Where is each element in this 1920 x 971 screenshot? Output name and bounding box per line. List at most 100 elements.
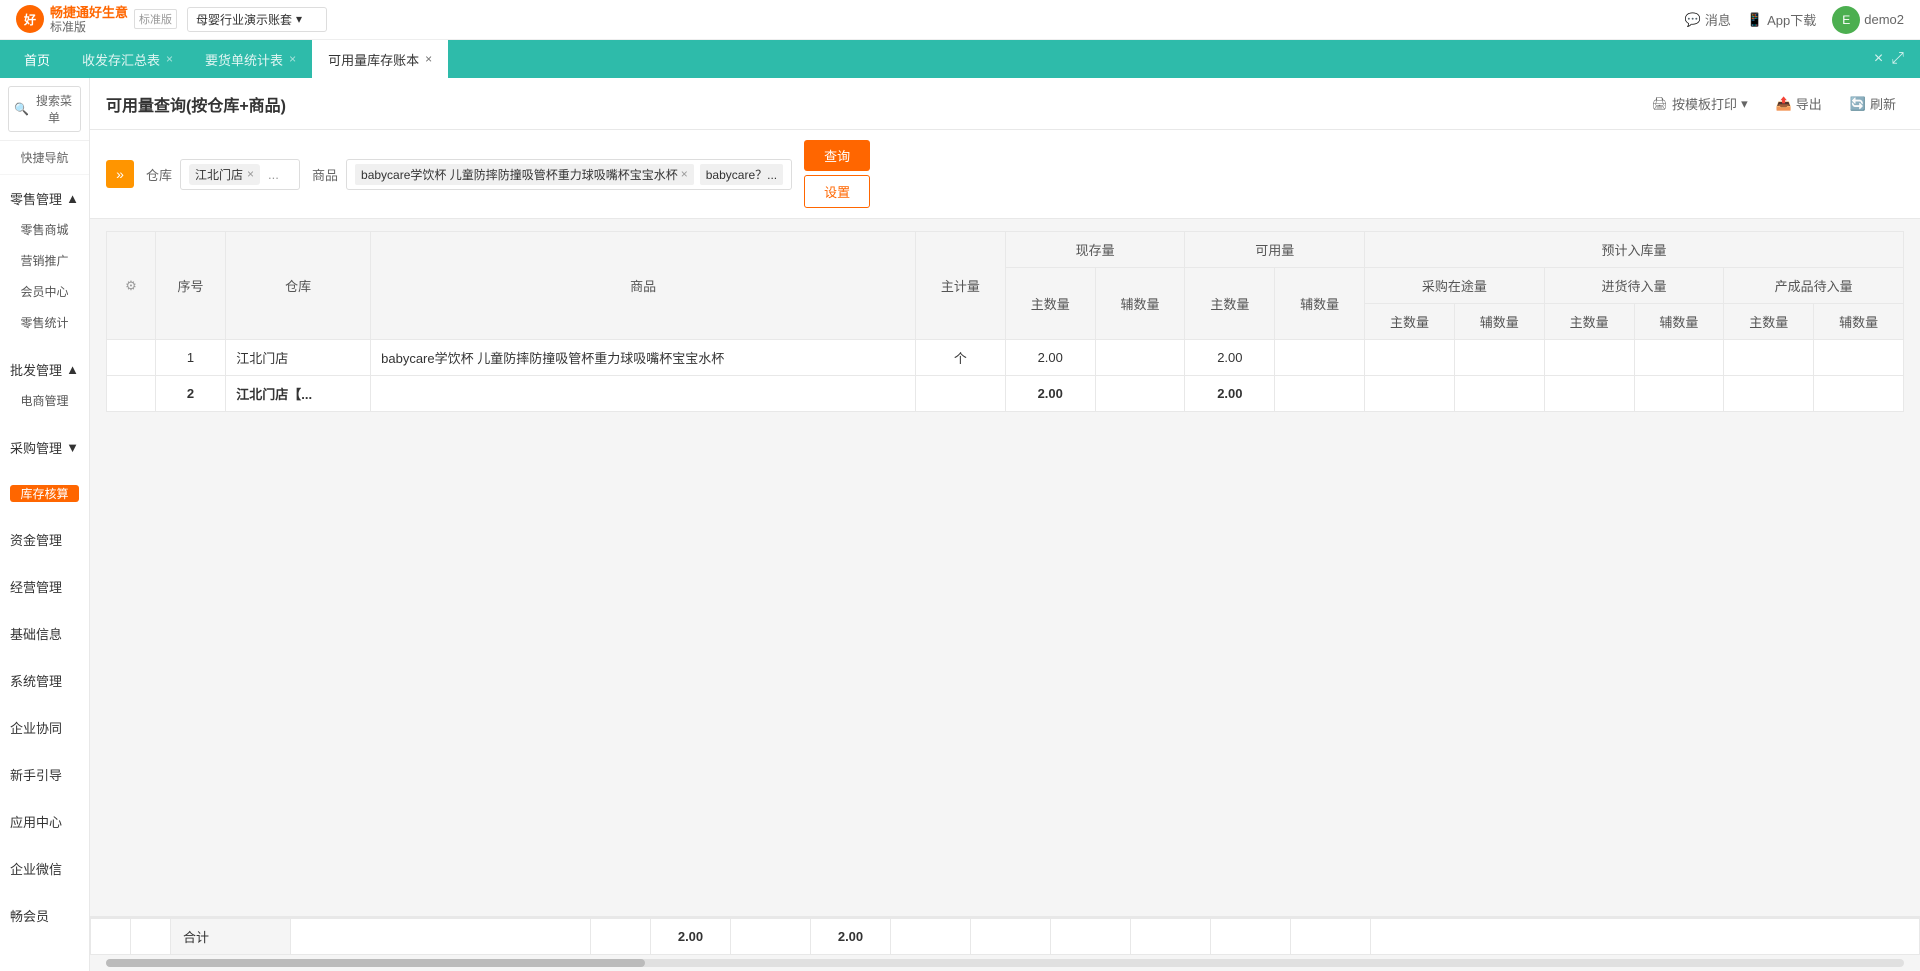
export-icon: 📤 — [1776, 96, 1792, 112]
chevron-up-icon: ▲ — [66, 362, 79, 377]
sidebar-section-member-title[interactable]: 畅会员 — [6, 900, 83, 931]
footer-settings-cell — [91, 919, 131, 955]
row1-production-main — [1724, 340, 1814, 376]
planned-instock-group-header: 预计入库量 — [1365, 232, 1904, 268]
inbound-pending-group-header: 进货待入量 — [1544, 268, 1724, 304]
page-actions: 🖨 按模板打印 ▾ 📤 导出 🔄 刷新 — [1644, 90, 1904, 117]
sidebar-section-retail: 零售管理 ▲ 零售商城 营销推广 会员中心 零售统计 — [0, 175, 89, 346]
sidebar-section-system-title[interactable]: 系统管理 — [6, 665, 83, 696]
tab-receive-summary[interactable]: 收发存汇总表 × — [66, 40, 189, 78]
chevron-down-icon: ▾ — [1741, 96, 1748, 112]
sidebar-section-appcenter-title[interactable]: 应用中心 — [6, 806, 83, 837]
table-settings-icon[interactable]: ⚙ — [125, 278, 137, 293]
row2-no: 2 — [155, 376, 225, 412]
sidebar-item-quicknav[interactable]: 快捷导航 — [0, 141, 89, 175]
tab-available-inventory[interactable]: 可用量库存账本 × — [312, 40, 448, 78]
tab-close-icon[interactable]: × — [289, 52, 296, 66]
footer-available-aux — [891, 919, 971, 955]
content-area: 可用量查询(按仓库+商品) 🖨 按模板打印 ▾ 📤 导出 🔄 刷新 — [90, 78, 1920, 971]
app-download-button[interactable]: 📱 App下载 — [1747, 10, 1816, 29]
row1-unit: 个 — [916, 340, 1006, 376]
sidebar-section-wholesale-title[interactable]: 批发管理 ▲ — [6, 354, 83, 385]
sidebar-section-newguide: 新手引导 — [0, 751, 89, 798]
tab-order-stats[interactable]: 要货单统计表 × — [189, 40, 312, 78]
horizontal-scrollbar[interactable] — [90, 955, 1920, 971]
product-input[interactable]: babycare学饮杯 儿童防摔防撞吸管杯重力球吸嘴杯宝宝水杯 × babyca… — [346, 159, 792, 190]
search-icon: 🔍 — [14, 102, 29, 116]
maximize-icon[interactable]: ⤢ — [1891, 50, 1904, 68]
available-group-header: 可用量 — [1185, 232, 1365, 268]
industry-select[interactable]: 母婴行业演示账套 ▾ — [187, 7, 327, 32]
tab-home[interactable]: 首页 — [8, 40, 66, 78]
print-button[interactable]: 🖨 按模板打印 ▾ — [1644, 90, 1756, 117]
sidebar-section-basic-title[interactable]: 基础信息 — [6, 618, 83, 649]
sidebar-section-finance: 资金管理 — [0, 516, 89, 563]
nav-tabs: 首页 收发存汇总表 × 要货单统计表 × 可用量库存账本 × × ⤢ — [0, 40, 1920, 78]
production-pending-group-header: 产成品待入量 — [1724, 268, 1904, 304]
print-icon: 🖨 — [1652, 96, 1669, 112]
chevron-down-icon: ▾ — [296, 12, 302, 26]
sidebar-section-appcenter: 应用中心 — [0, 798, 89, 845]
remove-warehouse-tag-icon[interactable]: × — [247, 167, 254, 181]
logo-icon: 好 — [16, 5, 44, 33]
search-menu-button[interactable]: 🔍 搜索菜单 — [8, 86, 81, 132]
row2-unit — [916, 376, 1006, 412]
product-tag-2: babycare？... — [700, 164, 783, 185]
sidebar-item-retail-shop[interactable]: 零售商城 — [6, 214, 83, 245]
row1-no: 1 — [155, 340, 225, 376]
purchase-transit-main-header: 主数量 — [1365, 304, 1455, 340]
sidebar-item-retail-stats[interactable]: 零售统计 — [6, 307, 83, 338]
sidebar-section-purchase-title[interactable]: 采购管理 ▼ — [6, 432, 83, 463]
table-footer: 合计 2.00 2.00 — [90, 916, 1920, 971]
sidebar-section-wholesale: 批发管理 ▲ 电商管理 — [0, 346, 89, 424]
tab-close-icon[interactable]: × — [166, 52, 173, 66]
close-window-icon[interactable]: × — [1874, 50, 1883, 68]
tab-close-icon[interactable]: × — [425, 52, 432, 66]
available-aux-qty-header: 辅数量 — [1275, 268, 1365, 340]
footer-current-main: 2.00 — [651, 919, 731, 955]
sidebar-section-retail-title[interactable]: 零售管理 ▲ — [6, 183, 83, 214]
purchase-transit-group-header: 采购在途量 — [1365, 268, 1545, 304]
sidebar-section-enterprise-title[interactable]: 企业协同 — [6, 712, 83, 743]
data-table: ⚙ 序号 仓库 商品 主计量 现存量 可用量 预计入库量 主数量 辅数量 主数量 — [106, 231, 1904, 412]
sidebar-section-inventory: 库存核算 — [0, 471, 89, 516]
logo-area: 好 畅捷通好生意 标准版 标准版 — [16, 5, 177, 35]
row1-current-aux — [1095, 340, 1185, 376]
sidebar-section-finance-title[interactable]: 资金管理 — [6, 524, 83, 555]
sidebar-section-newguide-title[interactable]: 新手引导 — [6, 759, 83, 790]
scroll-track — [106, 959, 1904, 967]
message-icon: 💬 — [1685, 12, 1701, 28]
sidebar-item-ecommerce[interactable]: 电商管理 — [6, 385, 83, 416]
sidebar-item-marketing[interactable]: 营销推广 — [6, 245, 83, 276]
message-button[interactable]: 💬 消息 — [1685, 10, 1731, 29]
settings-button[interactable]: 设置 — [804, 175, 870, 208]
remove-product-tag-1-icon[interactable]: × — [681, 167, 688, 181]
user-area[interactable]: E demo2 — [1832, 6, 1904, 34]
sidebar-section-wechat-title[interactable]: 企业微信 — [6, 853, 83, 884]
sidebar-section-enterprise: 企业协同 — [0, 704, 89, 751]
sidebar-section-operations-title[interactable]: 经营管理 — [6, 571, 83, 602]
footer-available-main: 2.00 — [811, 919, 891, 955]
query-button[interactable]: 查询 — [804, 140, 870, 171]
footer-no-cell — [131, 919, 171, 955]
row2-warehouse: 江北门店【... — [226, 376, 371, 412]
sidebar-section-member: 畅会员 — [0, 892, 89, 939]
sidebar-section-inventory-title[interactable]: 库存核算 — [6, 479, 83, 508]
warehouse-input[interactable]: 江北门店 × ... — [180, 159, 300, 190]
row2-production-aux — [1814, 376, 1904, 412]
sidebar-item-members[interactable]: 会员中心 — [6, 276, 83, 307]
expand-filter-button[interactable]: » — [106, 160, 134, 188]
top-bar-right: 💬 消息 📱 App下载 E demo2 — [1685, 6, 1904, 34]
footer-inbound-main — [1131, 919, 1211, 955]
table-row: 2 江北门店【... 2.00 2.00 — [107, 376, 1904, 412]
row1-purchase-transit-aux — [1454, 340, 1544, 376]
export-button[interactable]: 📤 导出 — [1768, 90, 1830, 117]
settings-col-header: ⚙ — [107, 232, 156, 340]
product-tag-1: babycare学饮杯 儿童防摔防撞吸管杯重力球吸嘴杯宝宝水杯 × — [355, 164, 694, 185]
footer-purchase-transit-main — [971, 919, 1051, 955]
filter-dots-icon[interactable]: ... — [264, 167, 283, 182]
sidebar-section-system: 系统管理 — [0, 657, 89, 704]
row1-settings — [107, 340, 156, 376]
current-main-qty-header: 主数量 — [1005, 268, 1095, 340]
refresh-button[interactable]: 🔄 刷新 — [1842, 90, 1904, 117]
